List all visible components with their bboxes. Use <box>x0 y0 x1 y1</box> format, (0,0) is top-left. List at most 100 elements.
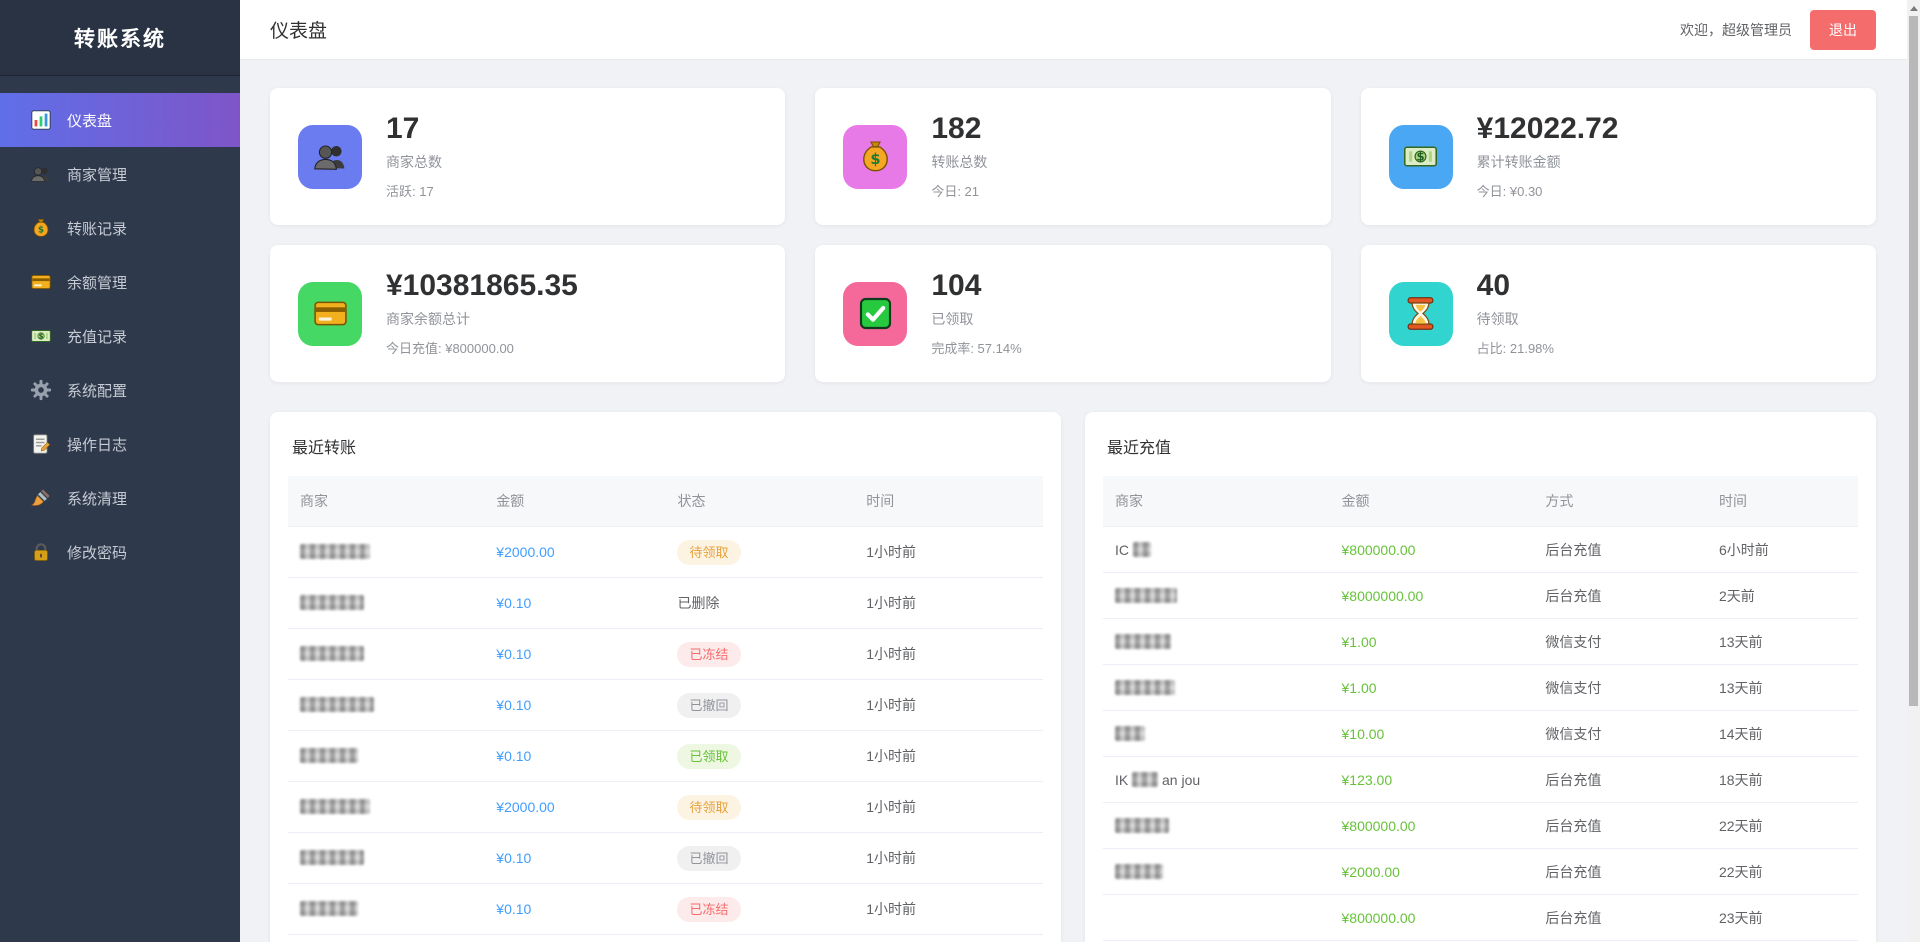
blurred-merchant-name <box>300 697 374 712</box>
sidebar-item-cleanup[interactable]: 系统清理 <box>0 471 240 525</box>
time-cell: 22天前 <box>1706 802 1858 849</box>
merchant-cell: IC <box>1103 526 1330 573</box>
sidebar: 转账系统 仪表盘 商家管理 $ 转账记录 余额管理 $ 充值记录 系统配置 操作日志 系统清理 修改… <box>0 0 240 942</box>
stat-card-1: $182 转账总数 今日: 21 <box>815 88 1331 225</box>
merchant-cell: 你家苹苹 <box>288 934 485 942</box>
table-row[interactable]: ¥0.10 已冻结 1小时前 <box>288 883 1043 935</box>
amount-cell: ¥0.10 <box>484 730 666 782</box>
method-cell: 后台充值 <box>1533 526 1707 573</box>
blurred-merchant-name <box>1115 587 1177 603</box>
browser-scrollbar[interactable] <box>1907 0 1920 942</box>
status-badge: 已删除 <box>677 595 720 611</box>
time-cell: 14天前 <box>1706 710 1858 757</box>
amount-cell: ¥123.00 <box>1329 756 1534 803</box>
table-row[interactable]: ¥10.00 微信支付 14天前 <box>1103 710 1858 757</box>
table-row[interactable]: ¥0.10 已删除 1小时前 <box>288 577 1043 629</box>
status-cell: 已撤回 <box>665 832 855 884</box>
stat-label: 商家余额总计 <box>386 310 470 327</box>
sidebar-item-settings[interactable]: 系统配置 <box>0 363 240 417</box>
merchant-cell <box>288 883 485 935</box>
amount-cell: ¥1.00 <box>1329 618 1534 665</box>
table-row[interactable]: ¥2000.00 待领取 1小时前 <box>288 781 1043 833</box>
logout-button[interactable]: 退出 <box>1810 9 1876 50</box>
table-row[interactable]: ¥0.10 已撤回 1小时前 <box>288 679 1043 731</box>
panel-title: 最近充值 <box>1107 440 1172 457</box>
table-row[interactable]: ¥800000.00 后台充值 23天前 <box>1103 894 1858 941</box>
sidebar-item-dashboard[interactable]: 仪表盘 <box>0 93 240 147</box>
table-row[interactable]: ¥800000.00 后台充值 22天前 <box>1103 802 1858 849</box>
table-row[interactable]: ¥0.10 已冻结 1小时前 <box>288 628 1043 680</box>
table-row[interactable]: ¥2000.00 待领取 1小时前 <box>288 526 1043 578</box>
credit-card-icon <box>298 281 362 346</box>
amount-value: ¥800000.00 <box>1341 541 1416 558</box>
stat-label: 待领取 <box>1476 310 1519 327</box>
app-root: 转账系统 仪表盘 商家管理 $ 转账记录 余额管理 $ 充值记录 系统配置 操作日志 系统清理 修改… <box>0 0 1920 942</box>
stat-value: 104 <box>931 269 982 303</box>
table-row[interactable]: ¥8000000.00 后台充值 2天前 <box>1103 572 1858 619</box>
stat-card-2: $ ¥12022.72 累计转账金额 今日: ¥0.30 <box>1360 88 1876 225</box>
time-cell: 1小时前 <box>854 883 1043 935</box>
stat-sub: 占比: 21.98% <box>1476 340 1554 356</box>
amount-value: ¥1.00 <box>1341 633 1377 650</box>
method-cell: 后台充值 <box>1533 894 1707 941</box>
method-cell: 后台充值 <box>1533 802 1707 849</box>
time-cell: 18天前 <box>1706 756 1858 803</box>
column-header: 方式 <box>1533 476 1707 527</box>
table-row[interactable]: IK an jou ¥123.00 后台充值 18天前 <box>1103 756 1858 803</box>
status-badge: 已冻结 <box>677 641 741 667</box>
amount-value: ¥0.10 <box>496 697 532 713</box>
time-cell: 1小时前 <box>854 730 1043 782</box>
stat-info: 17 商家总数 活跃: 17 <box>386 113 442 200</box>
table-row[interactable]: ¥2000.00 后台充值 22天前 <box>1103 848 1858 895</box>
amount-cell: ¥1.00 <box>1329 664 1534 711</box>
merchant-cell <box>288 577 485 629</box>
scrollbar-up-arrow-icon[interactable] <box>1907 0 1920 16</box>
welcome-text: 欢迎，超级管理员 <box>1680 21 1792 38</box>
sidebar-item-label: 余额管理 <box>67 274 128 292</box>
amount-cell: ¥2000.00 <box>484 526 666 578</box>
banknote-icon: $ <box>30 325 52 347</box>
time-cell: 6小时前 <box>1706 526 1858 573</box>
amount-cell: ¥800000.00 <box>1329 526 1534 573</box>
table-row[interactable]: ¥0.10 已撤回 1小时前 <box>288 832 1043 884</box>
amount-value: ¥0.10 <box>496 748 532 764</box>
sidebar-item-logs[interactable]: 操作日志 <box>0 417 240 471</box>
time-cell: 1小时前 <box>854 526 1043 578</box>
blurred-merchant-name <box>1115 863 1163 879</box>
sidebar-item-recharge-records[interactable]: $ 充值记录 <box>0 309 240 363</box>
check-icon <box>843 281 908 346</box>
table-row[interactable]: ¥1.00 微信支付 13天前 <box>1103 664 1858 711</box>
panels-row: 最近转账 商家 金额 状态 时间 ¥2000.00 待领取 1小时前 ¥0.10 已删除 1小时前… <box>270 412 1876 942</box>
time-cell: 1小时前 <box>854 781 1043 833</box>
table-row[interactable]: IC ¥800000.00 后台充值 6小时前 <box>1103 526 1858 573</box>
sidebar-item-password[interactable]: 修改密码 <box>0 525 240 579</box>
stat-sub: 今日: 21 <box>931 183 980 199</box>
amount-cell: ¥0.10 <box>484 934 666 942</box>
amount-value: ¥800000.00 <box>1341 817 1416 834</box>
time-cell: 1小时前 <box>854 934 1043 942</box>
merchant-cell <box>1103 802 1330 849</box>
blurred-merchant-name <box>300 595 364 610</box>
stat-info: 104 已领取 完成率: 57.14% <box>931 270 1021 357</box>
recent-recharges-table: 商家 金额 方式 时间 IC ¥800000.00 后台充值 6小时前 ¥8000000.00… <box>1103 476 1858 942</box>
chart-icon <box>30 109 52 131</box>
amount-cell: ¥0.10 <box>484 832 666 884</box>
amount-cell: ¥2000.00 <box>484 781 666 833</box>
money-bag-icon: $ <box>30 217 52 239</box>
amount-value: ¥10.00 <box>1341 725 1385 742</box>
table-row[interactable]: 你家苹苹¥0.10待领取1小时前 <box>288 934 1043 942</box>
merchant-cell <box>288 781 485 833</box>
table-row[interactable]: ¥0.10 已领取 1小时前 <box>288 730 1043 782</box>
scrollbar-thumb[interactable] <box>1909 16 1918 706</box>
time-cell: 22天前 <box>1706 848 1858 895</box>
status-cell: 已冻结 <box>665 883 855 935</box>
sidebar-item-merchants[interactable]: 商家管理 <box>0 147 240 201</box>
blurred-merchant-name <box>300 850 364 865</box>
lock-icon <box>30 541 52 563</box>
amount-cell: ¥0.10 <box>484 628 666 680</box>
stat-label: 已领取 <box>931 310 974 327</box>
column-header: 商家 <box>1103 476 1330 527</box>
sidebar-item-balance[interactable]: 余额管理 <box>0 255 240 309</box>
sidebar-item-transfer-records[interactable]: $ 转账记录 <box>0 201 240 255</box>
table-row[interactable]: ¥1.00 微信支付 13天前 <box>1103 618 1858 665</box>
